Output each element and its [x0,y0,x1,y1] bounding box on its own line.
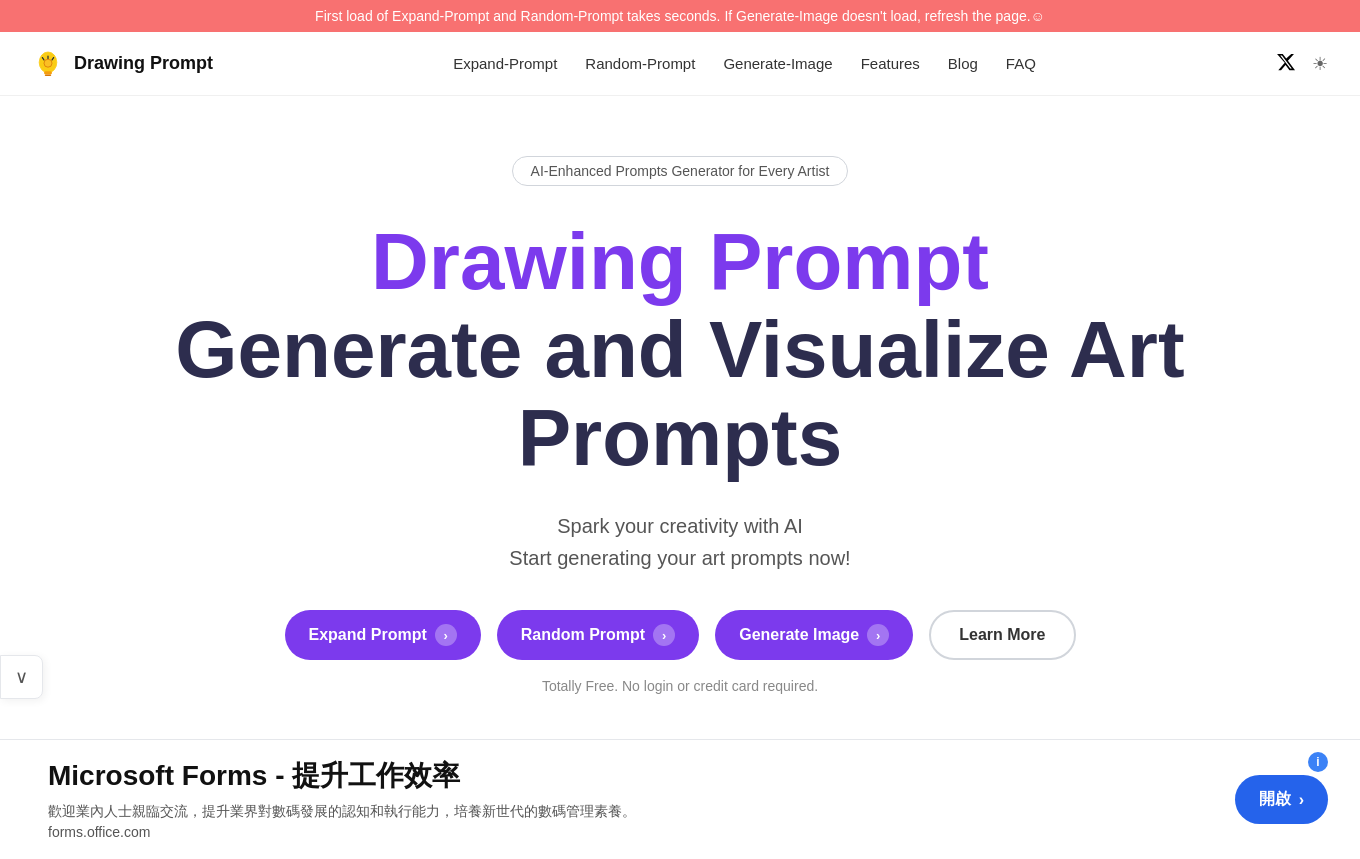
nav-features[interactable]: Features [861,55,920,72]
expand-prompt-arrow-icon: › [435,624,457,646]
hero-title-dark-1: Generate and Visualize Art [175,306,1184,394]
nav-generate-image[interactable]: Generate-Image [723,55,832,72]
banner-text: First load of Expand-Prompt and Random-P… [315,8,1045,24]
svg-point-6 [44,59,52,67]
hero-note: Totally Free. No login or credit card re… [542,678,818,694]
nav-expand-prompt[interactable]: Expand-Prompt [453,55,557,72]
nav-logo-text: Drawing Prompt [74,53,213,74]
hero-title-purple: Drawing Prompt [175,218,1184,306]
generate-image-button[interactable]: Generate Image › [715,610,913,660]
nav-actions: ☀ [1276,52,1328,76]
sun-icon: ☀ [1312,54,1328,74]
random-prompt-arrow-icon: › [653,624,675,646]
svg-rect-2 [45,74,51,76]
hero-title: Drawing Prompt Generate and Visualize Ar… [175,218,1184,482]
hero-badge: AI-Enhanced Prompts Generator for Every … [512,156,849,186]
scroll-hint-button[interactable]: ∨ [0,655,43,699]
theme-toggle-button[interactable]: ☀ [1312,53,1328,75]
nav-logo[interactable]: Drawing Prompt [32,48,213,80]
twitter-icon[interactable] [1276,52,1296,76]
navbar: Drawing Prompt Expand-Prompt Random-Prom… [0,32,1360,96]
hero-subtitle: Spark your creativity with AI Start gene… [509,510,850,574]
hero-section: AI-Enhanced Prompts Generator for Every … [0,96,1360,734]
nav-random-prompt[interactable]: Random-Prompt [585,55,695,72]
logo-icon [32,48,64,80]
hero-title-dark-2: Prompts [175,394,1184,482]
nav-links: Expand-Prompt Random-Prompt Generate-Ima… [453,55,1036,73]
learn-more-button[interactable]: Learn More [929,610,1075,660]
nav-faq[interactable]: FAQ [1006,55,1036,72]
expand-prompt-button[interactable]: Expand Prompt › [285,610,481,660]
generate-image-arrow-icon: › [867,624,889,646]
top-banner: First load of Expand-Prompt and Random-P… [0,0,1360,32]
nav-blog[interactable]: Blog [948,55,978,72]
random-prompt-button[interactable]: Random Prompt › [497,610,699,660]
chevron-down-icon: ∨ [15,667,28,687]
hero-buttons: Expand Prompt › Random Prompt › Generate… [285,610,1076,660]
svg-rect-1 [44,71,52,74]
